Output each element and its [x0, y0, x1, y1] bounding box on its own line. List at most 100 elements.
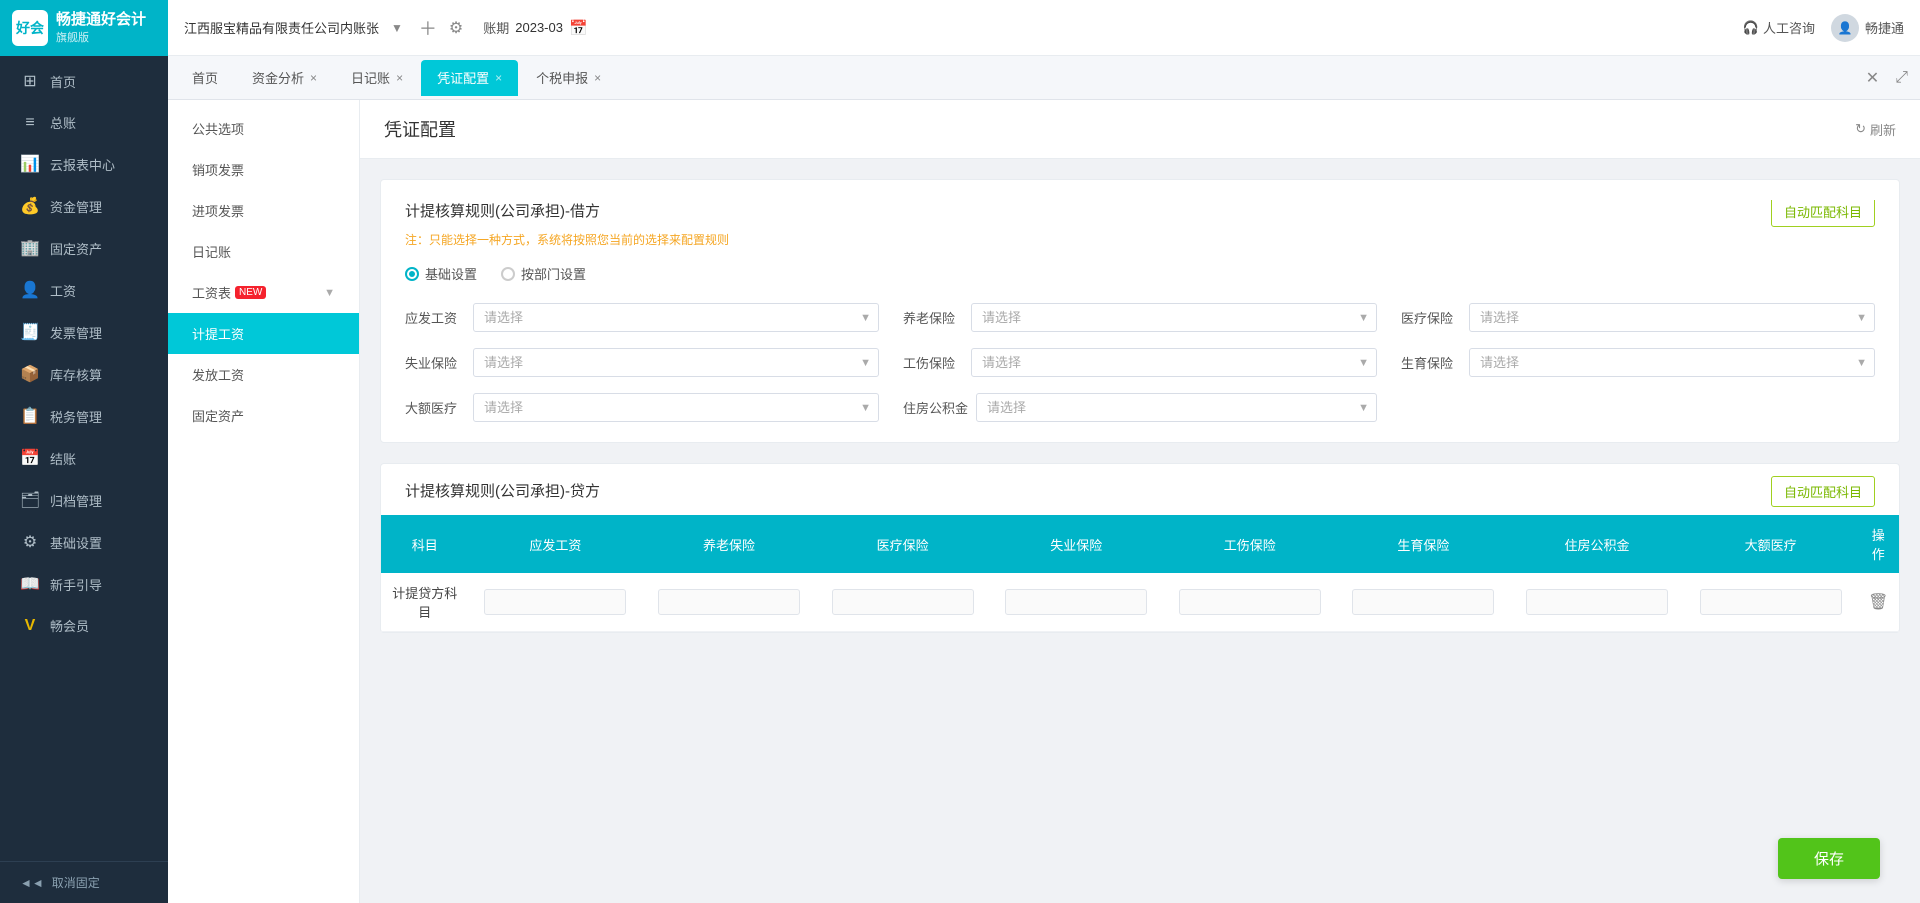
field-daej-yiliao-select[interactable]: 请选择 — [473, 393, 879, 422]
field-yanglao-bx: 养老保险 请选择 ▼ — [903, 303, 1377, 332]
input-zhufang[interactable] — [1526, 589, 1668, 615]
app-name: 畅捷通好会计 — [56, 11, 146, 29]
page-sidebar-item-journal[interactable]: 日记账 — [168, 231, 359, 272]
debit-form-grid: 应发工资 请选择 ▼ 养老保险 — [405, 303, 1875, 422]
radio-basic-settings[interactable]: 基础设置 — [405, 264, 477, 283]
field-shiye-select[interactable]: 请选择 — [473, 348, 879, 377]
user-menu[interactable]: 👤 畅捷通 — [1831, 14, 1904, 42]
sidebar-item-guide[interactable]: 📖 新手引导 — [0, 563, 168, 605]
page-sidebar-item-sales-invoice-label: 销项发票 — [192, 160, 244, 179]
calendar-icon[interactable]: 📅 — [569, 19, 588, 37]
tab-journal[interactable]: 日记账 × — [335, 60, 419, 96]
vip-icon: V — [20, 617, 40, 635]
app-logo: 好会 畅捷通好会计 旗舰版 — [0, 0, 168, 56]
field-yiliao-bx: 医疗保险 请选择 ▼ — [1401, 303, 1875, 332]
radio-dept-settings[interactable]: 按部门设置 — [501, 264, 586, 283]
unpin-icon: ◄◄ — [20, 876, 44, 890]
main-area: 江西服宝精品有限责任公司内账张 ▼ ＋ ⚙ 账期 2023-03 📅 🎧 人工咨… — [168, 0, 1920, 903]
unpin-button[interactable]: ◄◄ 取消固定 — [0, 861, 168, 903]
page-sidebar-item-fixed-assets[interactable]: 固定资产 — [168, 395, 359, 436]
field-yanglao-select[interactable]: 请选择 — [971, 303, 1377, 332]
cell-action: 🗑 — [1857, 573, 1899, 632]
input-yanglao[interactable] — [658, 589, 800, 615]
col-yifa-gongzi: 应发工资 — [469, 515, 643, 573]
sidebar-item-label: 新手引导 — [50, 575, 102, 594]
page-sidebar-item-public[interactable]: 公共选项 — [168, 108, 359, 149]
tab-tax-filing-close[interactable]: × — [594, 71, 601, 85]
expand-button[interactable]: ⤢ — [1891, 65, 1912, 91]
company-dropdown-icon[interactable]: ▼ — [391, 21, 403, 35]
cell-shiye — [989, 573, 1163, 632]
sidebar-item-funds[interactable]: 💰 资金管理 — [0, 185, 168, 227]
page-sidebar-item-purchase-invoice[interactable]: 进项发票 — [168, 190, 359, 231]
tab-journal-close[interactable]: × — [396, 71, 403, 85]
tab-bar: 首页 资金分析 × 日记账 × 凭证配置 × 个税申报 × ✕ ⤢ — [168, 56, 1920, 100]
field-shengyu-select[interactable]: 请选择 — [1469, 348, 1875, 377]
sidebar-item-settlement[interactable]: 📅 结账 — [0, 437, 168, 479]
page-sidebar-item-sales-invoice[interactable]: 销项发票 — [168, 149, 359, 190]
service-button[interactable]: 🎧 人工咨询 — [1743, 18, 1815, 37]
field-yiliao-select[interactable]: 请选择 — [1469, 303, 1875, 332]
field-shiye-label: 失业保险 — [405, 353, 465, 372]
field-gongshang-bx: 工伤保险 请选择 ▼ — [903, 348, 1377, 377]
tab-tax-filing[interactable]: 个税申报 × — [520, 60, 617, 96]
input-gongshang[interactable] — [1179, 589, 1321, 615]
page-sidebar-item-payroll-table[interactable]: 工资表 NEW ▼ — [168, 272, 359, 313]
sidebar-item-label: 云报表中心 — [50, 155, 115, 174]
page-sidebar-item-fixed-assets-label: 固定资产 — [192, 406, 244, 425]
input-yifa[interactable] — [484, 589, 626, 615]
tab-voucher-config-close[interactable]: × — [495, 71, 502, 85]
credit-section: 计提核算规则(公司承担)-贷方 自动匹配科目 科目 应发工资 养老保险 医疗保险… — [380, 463, 1900, 633]
sidebar-item-tax[interactable]: 📋 税务管理 — [0, 395, 168, 437]
credit-auto-match-button[interactable]: 自动匹配科目 — [1771, 476, 1875, 507]
credit-table-body: 计提贷方科目 🗑 — [381, 573, 1899, 632]
tab-voucher-config[interactable]: 凭证配置 × — [421, 60, 518, 96]
sidebar-item-inventory[interactable]: 📦 库存核算 — [0, 353, 168, 395]
cell-shengyu — [1337, 573, 1511, 632]
field-yifa-select[interactable]: 请选择 — [473, 303, 879, 332]
input-yiliao[interactable] — [832, 589, 974, 615]
settings-gear-icon[interactable]: ⚙ — [449, 18, 463, 38]
sidebar-item-assets[interactable]: 🏢 固定资产 — [0, 227, 168, 269]
sidebar-nav: ⊞ 首页 ≡ 总账 📊 云报表中心 💰 资金管理 🏢 固定资产 👤 工资 🧾 发… — [0, 56, 168, 861]
input-shengyu[interactable] — [1352, 589, 1494, 615]
topbar: 江西服宝精品有限责任公司内账张 ▼ ＋ ⚙ 账期 2023-03 📅 🎧 人工咨… — [168, 0, 1920, 56]
page-sidebar-item-pay-salary[interactable]: 发放工资 — [168, 354, 359, 395]
tab-fund-analysis-close[interactable]: × — [310, 71, 317, 85]
sidebar-item-salary[interactable]: 👤 工资 — [0, 269, 168, 311]
add-company-button[interactable]: ＋ — [419, 15, 437, 41]
field-shiye-bx: 失业保险 请选择 ▼ — [405, 348, 879, 377]
tab-home-label: 首页 — [192, 68, 218, 87]
sidebar-item-reports[interactable]: 📊 云报表中心 — [0, 143, 168, 185]
delete-row-button[interactable]: 🗑 — [1868, 592, 1888, 612]
field-zhufang-gjj: 住房公积金 请选择 ▼ — [903, 393, 1377, 422]
archive-icon: 🗂 — [20, 490, 40, 510]
sidebar-item-vip[interactable]: V 畅会员 — [0, 605, 168, 646]
field-zhufang-select[interactable]: 请选择 — [976, 393, 1377, 422]
tab-home[interactable]: 首页 — [176, 60, 234, 96]
settlement-icon: 📅 — [20, 448, 40, 468]
col-daej-yiliao: 大额医疗 — [1684, 515, 1858, 573]
sidebar-item-home[interactable]: ⊞ 首页 — [0, 60, 168, 102]
app-version: 旗舰版 — [56, 29, 146, 45]
field-daej-yiliao-select-wrapper: 请选择 ▼ — [473, 393, 879, 422]
period-value: 2023-03 — [515, 20, 563, 35]
field-gongshang-select[interactable]: 请选择 — [971, 348, 1377, 377]
refresh-button[interactable]: ↻ 刷新 — [1855, 120, 1896, 139]
sidebar-item-settings[interactable]: ⚙ 基础设置 — [0, 521, 168, 563]
input-daej[interactable] — [1700, 589, 1842, 615]
content-area: 自动匹配科目 计提核算规则(公司承担)-借方 注：只能选择一种方式，系统将按照您… — [360, 159, 1920, 903]
table-row: 计提贷方科目 🗑 — [381, 573, 1899, 632]
sidebar-item-label: 库存核算 — [50, 365, 102, 384]
page-sidebar-item-accrual[interactable]: 计提工资 — [168, 313, 359, 354]
sidebar-item-ledger[interactable]: ≡ 总账 — [0, 102, 168, 143]
page-sidebar-item-journal-label: 日记账 — [192, 242, 231, 261]
cell-daej — [1684, 573, 1858, 632]
close-all-tabs-button[interactable]: ✕ — [1862, 64, 1883, 92]
tab-fund-analysis[interactable]: 资金分析 × — [236, 60, 333, 96]
sidebar-item-archive[interactable]: 🗂 归档管理 — [0, 479, 168, 521]
input-shiye[interactable] — [1005, 589, 1147, 615]
sidebar-item-invoices[interactable]: 🧾 发票管理 — [0, 311, 168, 353]
debit-auto-match-button[interactable]: 自动匹配科目 — [1771, 200, 1875, 227]
save-button[interactable]: 保存 — [1778, 838, 1880, 879]
